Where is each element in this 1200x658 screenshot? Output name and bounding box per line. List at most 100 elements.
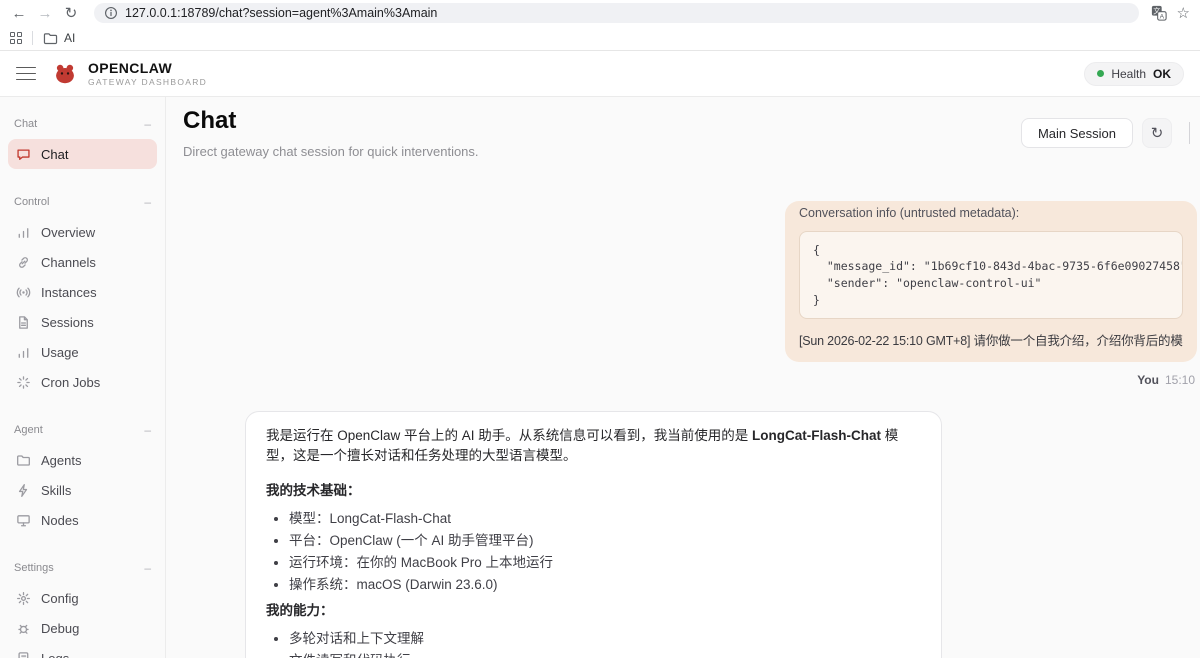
metadata-code-block: { "message_id": "1b69cf10-843d-4bac-9735…: [799, 230, 1183, 320]
nodes-icon: [16, 513, 31, 528]
app-header: OPENCLAW GATEWAY DASHBOARD Health OK: [0, 51, 1200, 97]
sidebar-item-channels[interactable]: Channels: [8, 247, 157, 277]
message-meta: You 15:10: [185, 373, 1195, 387]
capabilities-list: 多轮对话和上下文理解文件读写和代码执行网络搜索和信息获取浏览器控制和自动化任务调…: [266, 629, 921, 658]
chat-icon: [16, 147, 31, 162]
session-select[interactable]: Main Session: [1020, 118, 1133, 148]
section-label: Control –: [14, 195, 151, 209]
collapse-icon[interactable]: –: [144, 117, 151, 131]
skills-icon: [16, 483, 31, 498]
sidebar-item-label: Instances: [41, 284, 97, 300]
page-header: Chat Direct gateway chat session for qui…: [166, 97, 1200, 159]
list-item: 文件读写和代码执行: [289, 651, 921, 658]
sidebar-item-chat[interactable]: Chat: [8, 139, 157, 169]
sidebar-item-cron-jobs[interactable]: Cron Jobs: [8, 367, 157, 397]
sidebar-item-usage[interactable]: Usage: [8, 337, 157, 367]
url-text: 127.0.0.1:18789/chat?session=agent%3Amai…: [125, 6, 438, 20]
sidebar-item-config[interactable]: Config: [8, 583, 157, 613]
list-item: 运行环境：在你的 MacBook Pro 上本地运行: [289, 553, 921, 573]
sidebar-item-label: Overview: [41, 224, 96, 240]
svg-text:A: A: [1159, 13, 1164, 20]
sidebar-item-instances[interactable]: Instances: [8, 277, 157, 307]
sidebar-item-label: Nodes: [41, 512, 79, 528]
health-status: OK: [1153, 66, 1171, 81]
collapse-icon[interactable]: –: [144, 561, 151, 575]
sidebar-item-label: Cron Jobs: [41, 374, 101, 390]
tech-basics-list: 模型：LongCat-Flash-Chat平台：OpenClaw (一个 AI …: [266, 509, 921, 595]
sidebar-item-skills[interactable]: Skills: [8, 475, 157, 505]
browser-address-bar: ← → ↻ 127.0.0.1:18789/chat?session=agent…: [0, 0, 1200, 26]
sidebar-item-label: Logs: [41, 650, 70, 658]
sidebar-item-agents[interactable]: Agents: [8, 445, 157, 475]
assistant-heading: 我的技术基础：: [266, 482, 361, 498]
bookmark-folder-ai[interactable]: AI: [43, 31, 75, 45]
bookmark-label: AI: [64, 31, 76, 45]
sidebar-item-overview[interactable]: Overview: [8, 217, 157, 247]
chat-controls: Main Session ↻: [1020, 118, 1190, 148]
collapse-icon[interactable]: –: [144, 423, 151, 437]
sidebar-item-debug[interactable]: Debug: [8, 613, 157, 643]
sender-label: You: [1137, 373, 1159, 388]
assistant-message-bubble: 我是运行在 OpenClaw 平台上的 AI 助手。从系统信息可以看到，我当前使…: [245, 411, 942, 658]
logs-icon: [16, 651, 31, 658]
sidebar-section-agent: Agent – Agents Skills Nodes: [8, 423, 157, 535]
user-message-bubble: Conversation info (untrusted metadata): …: [785, 201, 1197, 363]
sidebar: Chat – Chat Control – Overview Channels Instanc…: [0, 97, 166, 658]
site-info-icon[interactable]: [104, 6, 118, 20]
sidebar-item-logs[interactable]: Logs: [8, 643, 157, 658]
sidebar-item-label: Channels: [41, 254, 96, 270]
bookmarks-divider: [32, 31, 33, 45]
assistant-heading: 我的能力：: [266, 602, 334, 618]
usage-icon: [16, 345, 31, 360]
chat-messages[interactable]: Conversation info (untrusted metadata): …: [166, 159, 1200, 658]
sidebar-item-label: Config: [41, 590, 79, 606]
cron-icon: [16, 375, 31, 390]
section-label: Settings –: [14, 561, 151, 575]
translate-icon[interactable]: 文A: [1151, 5, 1167, 21]
sidebar-item-label: Chat: [41, 146, 69, 162]
page-subtitle: Direct gateway chat session for quick in…: [183, 144, 479, 159]
bookmarks-bar: AI: [0, 26, 1200, 51]
reload-icon[interactable]: ↻: [60, 2, 82, 24]
bookmark-star-icon[interactable]: ☆: [1177, 4, 1190, 22]
sidebar-item-nodes[interactable]: Nodes: [8, 505, 157, 535]
list-item: 平台：OpenClaw (一个 AI 助手管理平台): [289, 531, 921, 551]
overview-icon: [16, 225, 31, 240]
sidebar-section-control: Control – Overview Channels Instances Session…: [8, 195, 157, 397]
brand-title: OPENCLAW: [88, 60, 173, 76]
page-title: Chat: [183, 107, 237, 134]
collapse-icon[interactable]: –: [144, 195, 151, 209]
sidebar-item-label: Usage: [41, 344, 79, 360]
health-dot-icon: [1097, 70, 1105, 77]
sidebar-section-settings: Settings – Config Debug Logs: [8, 561, 157, 658]
back-icon[interactable]: ←: [8, 2, 30, 24]
list-item: 多轮对话和上下文理解: [289, 629, 921, 649]
sidebar-item-label: Sessions: [41, 314, 94, 330]
menu-icon[interactable]: [16, 66, 36, 81]
sidebar-item-label: Agents: [41, 452, 82, 468]
sidebar-item-label: Debug: [41, 620, 80, 636]
main-content: Chat Direct gateway chat session for qui…: [166, 97, 1200, 658]
sidebar-item-sessions[interactable]: Sessions: [8, 307, 157, 337]
channels-icon: [16, 255, 31, 270]
user-prompt-text: [Sun 2026-02-22 15:10 GMT+8] 请你做一个自我介绍，介…: [799, 334, 1183, 349]
url-bar[interactable]: 127.0.0.1:18789/chat?session=agent%3Amai…: [94, 3, 1139, 23]
section-label: Chat –: [14, 117, 151, 131]
list-item: 操作系统：macOS (Darwin 23.6.0): [289, 575, 921, 595]
debug-icon: [16, 621, 31, 636]
instances-icon: [16, 285, 31, 300]
metadata-intro: Conversation info (untrusted metadata):: [799, 206, 1020, 220]
agents-icon: [16, 453, 31, 468]
section-label: Agent –: [14, 423, 151, 437]
refresh-button[interactable]: ↻: [1142, 118, 1172, 148]
list-item: 模型：LongCat-Flash-Chat: [289, 509, 921, 529]
sessions-icon: [16, 315, 31, 330]
sidebar-section-chat: Chat – Chat: [8, 117, 157, 169]
forward-icon[interactable]: →: [34, 2, 56, 24]
config-icon: [16, 591, 31, 606]
refresh-icon: ↻: [1150, 125, 1164, 142]
health-label: Health: [1111, 66, 1146, 81]
openclaw-logo: [52, 61, 78, 87]
brand-subtitle: GATEWAY DASHBOARD: [88, 77, 208, 87]
apps-grid-icon[interactable]: [10, 32, 22, 44]
